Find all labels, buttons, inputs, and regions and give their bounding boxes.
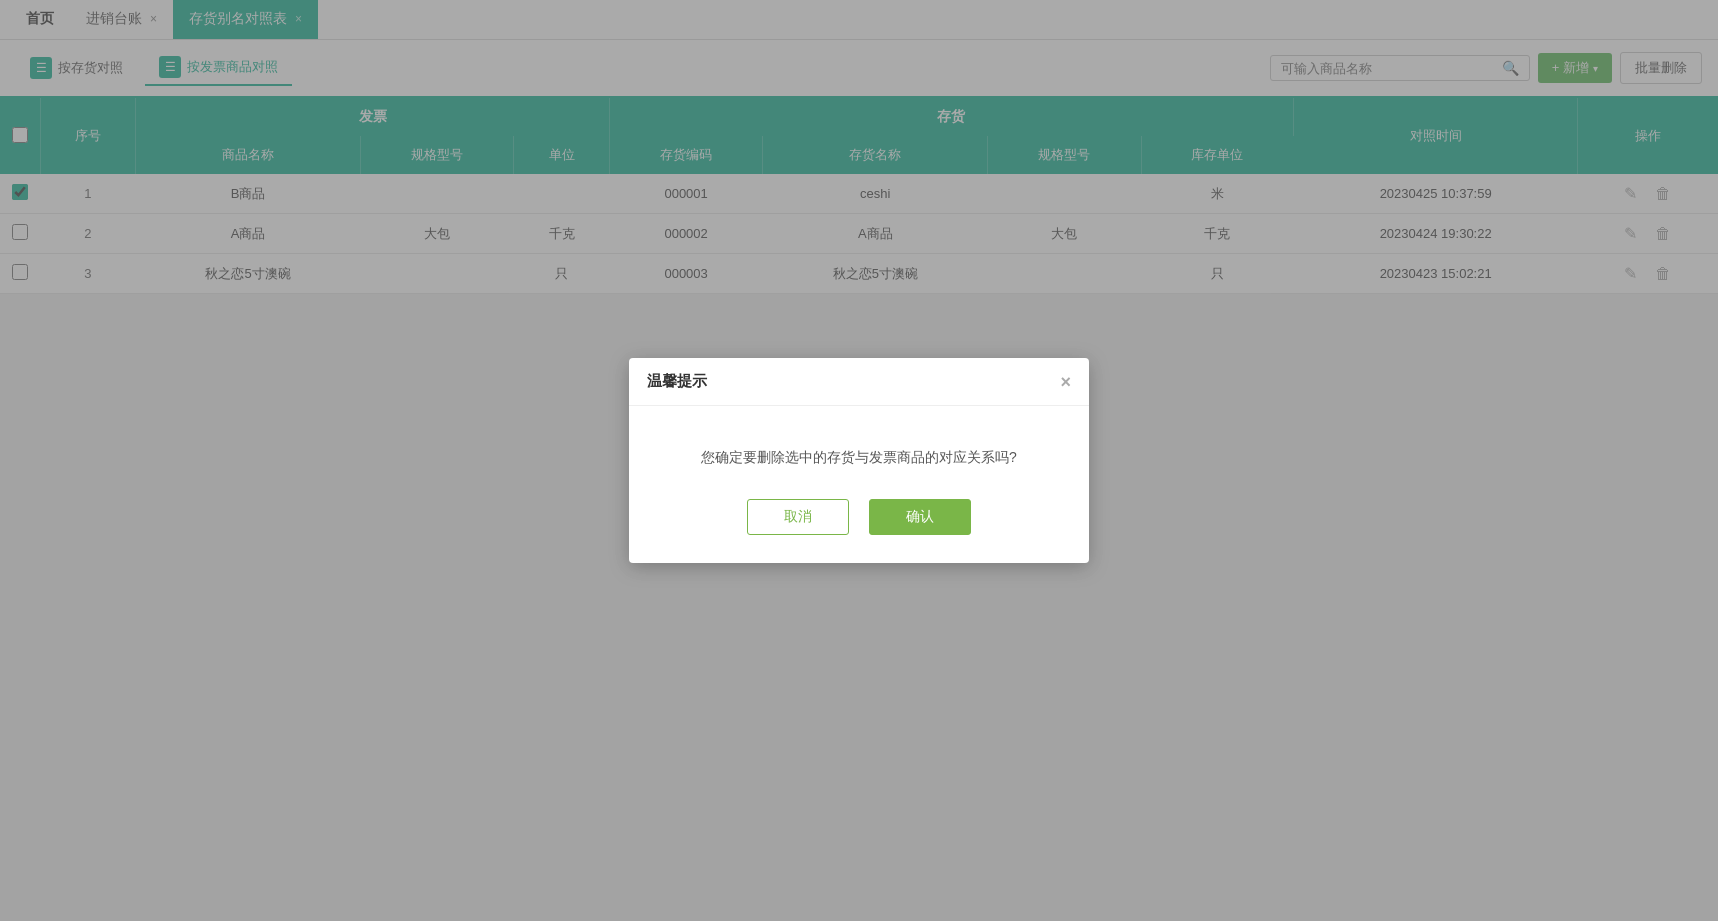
modal-overlay: 温馨提示 × 您确定要删除选中的存货与发票商品的对应关系吗? 取消 确认: [0, 0, 1718, 294]
